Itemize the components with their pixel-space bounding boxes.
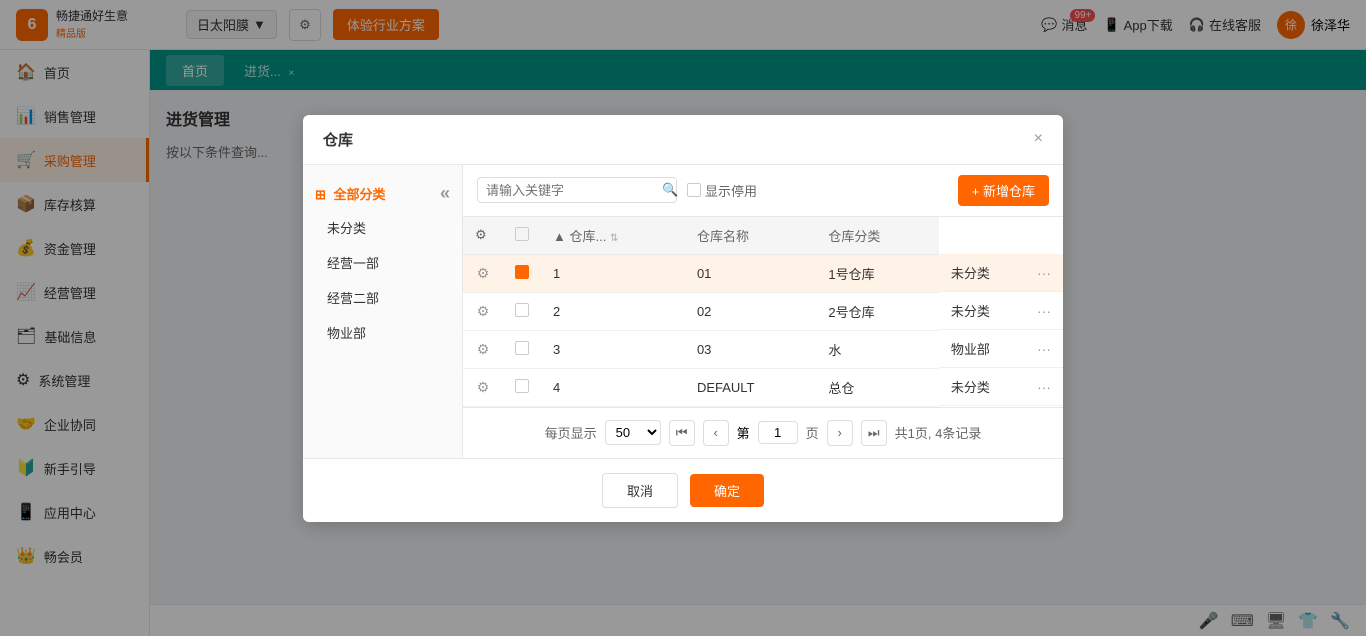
row-gear-cell: ⚙	[463, 292, 503, 330]
modal-footer: 取消 确定	[303, 458, 1063, 522]
modal-overlay: 仓库 × ⊞ 全部分类 « 未分类 经营一部 经营二部 物业部	[0, 0, 1366, 636]
first-page-btn[interactable]: ⏮	[669, 420, 695, 446]
last-page-btn[interactable]: ⏭	[861, 420, 887, 446]
row-name: 1号仓库	[816, 254, 938, 292]
show-disabled-label[interactable]: 显示停用	[687, 181, 757, 200]
page-label: 页	[806, 423, 819, 442]
category-item-property[interactable]: 物业部	[303, 315, 462, 350]
row-index: 3	[541, 330, 685, 368]
row-check-cell[interactable]	[503, 254, 541, 292]
row-name: 总仓	[816, 368, 938, 406]
collapse-icon[interactable]: «	[440, 183, 450, 204]
confirm-button[interactable]: 确定	[690, 474, 764, 507]
row-gear-cell: ⚙	[463, 330, 503, 368]
all-categories-label: ⊞ 全部分类	[315, 184, 386, 203]
page-number-input[interactable]	[758, 421, 798, 444]
row-index: 1	[541, 254, 685, 292]
row-code: 03	[685, 330, 816, 368]
modal-body: ⊞ 全部分类 « 未分类 经营一部 经营二部 物业部 🔍	[303, 165, 1063, 458]
per-page-select[interactable]: 50 20 100	[605, 420, 661, 445]
row-check-cell[interactable]	[503, 368, 541, 406]
category-sidebar: ⊞ 全部分类 « 未分类 经营一部 经营二部 物业部	[303, 165, 463, 458]
col-header-category: 仓库分类	[816, 217, 938, 255]
next-page-btn[interactable]: ›	[827, 420, 853, 446]
table-area: 🔍 显示停用 + 新增仓库 ⚙	[463, 165, 1063, 458]
row-gear-icon: ⚙	[477, 379, 490, 395]
category-header[interactable]: ⊞ 全部分类 «	[303, 177, 462, 210]
row-more-btn[interactable]: ···	[1037, 379, 1051, 395]
table-row[interactable]: ⚙ 1 01 1号仓库 未分类···	[463, 254, 1063, 292]
col-header-name: 仓库名称	[685, 217, 816, 255]
category-item-dept1[interactable]: 经营一部	[303, 245, 462, 280]
row-code: 01	[685, 254, 816, 292]
row-checkbox[interactable]	[515, 265, 529, 279]
modal-close-button[interactable]: ×	[1034, 130, 1043, 148]
pagination-bar: 每页显示 50 20 100 ⏮ ‹ 第 页 › ⏭ 共1页, 4条记录	[463, 407, 1063, 458]
search-icon[interactable]: 🔍	[662, 182, 678, 198]
row-name: 水	[816, 330, 938, 368]
modal-title: 仓库	[323, 129, 353, 150]
warehouse-table: ⚙ ▲ 仓库... 仓库名称 仓库分类	[463, 217, 1063, 407]
row-check-cell[interactable]	[503, 292, 541, 330]
col-header-check[interactable]	[503, 217, 541, 255]
table-row[interactable]: ⚙ 3 03 水 物业部···	[463, 330, 1063, 368]
row-gear-cell: ⚙	[463, 368, 503, 406]
gear-header-icon: ⚙	[475, 227, 487, 242]
row-more-btn[interactable]: ···	[1037, 303, 1051, 319]
row-checkbox[interactable]	[515, 379, 529, 393]
add-warehouse-button[interactable]: + 新增仓库	[958, 175, 1049, 206]
row-index: 4	[541, 368, 685, 406]
row-checkbox[interactable]	[515, 341, 529, 355]
row-more-btn[interactable]: ···	[1037, 341, 1051, 357]
total-info: 共1页, 4条记录	[895, 423, 982, 442]
page-label-before: 第	[737, 423, 750, 442]
category-item-dept2[interactable]: 经营二部	[303, 280, 462, 315]
col-header-code[interactable]: ▲ 仓库...	[541, 217, 685, 255]
modal-header: 仓库 ×	[303, 115, 1063, 165]
col-header-gear: ⚙	[463, 217, 503, 255]
show-disabled-checkbox[interactable]	[687, 183, 701, 197]
row-category: 物业部···	[939, 330, 1063, 368]
row-checkbox[interactable]	[515, 303, 529, 317]
table-scroll-area: ⚙ ▲ 仓库... 仓库名称 仓库分类	[463, 217, 1063, 407]
row-gear-icon: ⚙	[477, 341, 490, 357]
row-more-btn[interactable]: ···	[1037, 265, 1051, 281]
row-category: 未分类···	[939, 368, 1063, 406]
row-category: 未分类···	[939, 254, 1063, 292]
row-name: 2号仓库	[816, 292, 938, 330]
row-category: 未分类···	[939, 292, 1063, 330]
prev-page-btn[interactable]: ‹	[703, 420, 729, 446]
cancel-button[interactable]: 取消	[602, 473, 678, 508]
table-toolbar: 🔍 显示停用 + 新增仓库	[463, 165, 1063, 217]
row-gear-icon: ⚙	[477, 265, 490, 281]
row-gear-cell: ⚙	[463, 254, 503, 292]
sort-icon: ▲	[553, 229, 566, 244]
table-row[interactable]: ⚙ 2 02 2号仓库 未分类···	[463, 292, 1063, 330]
category-item-unclassified[interactable]: 未分类	[303, 210, 462, 245]
row-code: 02	[685, 292, 816, 330]
row-gear-icon: ⚙	[477, 303, 490, 319]
search-input[interactable]	[486, 183, 662, 198]
warehouse-modal: 仓库 × ⊞ 全部分类 « 未分类 经营一部 经营二部 物业部	[303, 115, 1063, 522]
row-check-cell[interactable]	[503, 330, 541, 368]
select-all-checkbox[interactable]	[515, 227, 529, 241]
row-code: DEFAULT	[685, 368, 816, 406]
search-input-wrap: 🔍	[477, 177, 677, 203]
table-row[interactable]: ⚙ 4 DEFAULT 总仓 未分类···	[463, 368, 1063, 406]
row-index: 2	[541, 292, 685, 330]
per-page-label: 每页显示	[545, 423, 597, 442]
